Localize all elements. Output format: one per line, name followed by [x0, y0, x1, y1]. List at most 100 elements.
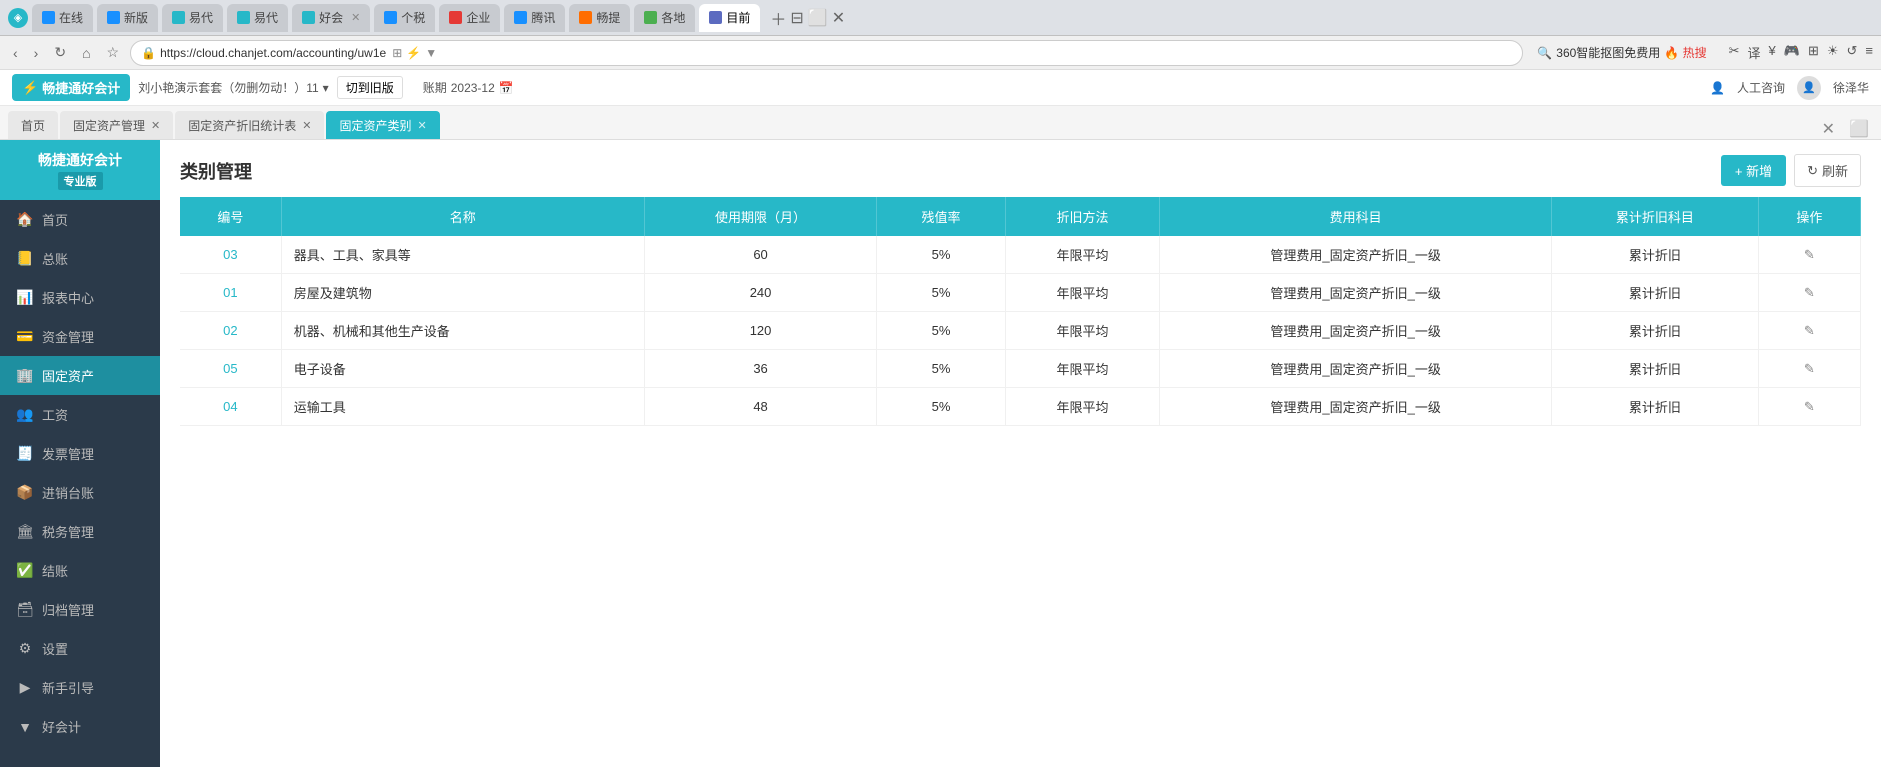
- tax-icon: 🏛: [16, 523, 34, 540]
- browser-tab-10[interactable]: 各地: [634, 4, 695, 32]
- browser-tab-6[interactable]: 个税: [374, 4, 435, 32]
- archive-icon: 🗃: [16, 601, 34, 618]
- browser-tools: ✂ 译 ¥ 🎮 ⊞ ☀ ↺ ≡: [1729, 43, 1873, 62]
- code-link-0[interactable]: 03: [223, 247, 237, 262]
- edit-button-1[interactable]: ✎: [1804, 285, 1815, 300]
- grid-tool[interactable]: ⊞: [1808, 43, 1819, 62]
- sidebar-item-archive[interactable]: 🗃 归档管理: [0, 590, 160, 629]
- sidebar-item-funds[interactable]: 💳 资金管理: [0, 317, 160, 356]
- cell-method-1: 年限平均: [1005, 274, 1159, 312]
- col-months: 使用期限（月）: [644, 197, 877, 236]
- browser-tab-3[interactable]: 易代: [162, 4, 223, 32]
- tab-win-close[interactable]: ✕: [1818, 119, 1839, 139]
- col-accumulated: 累计折旧科目: [1552, 197, 1759, 236]
- service-label[interactable]: 人工咨询: [1737, 79, 1785, 96]
- sidebar-item-reports[interactable]: 📊 报表中心: [0, 278, 160, 317]
- page-tab-home[interactable]: 首页: [8, 111, 58, 139]
- code-link-1[interactable]: 01: [223, 285, 237, 300]
- edit-button-2[interactable]: ✎: [1804, 323, 1815, 338]
- sidebar-item-tax[interactable]: 🏛 税务管理: [0, 512, 160, 551]
- col-action: 操作: [1758, 197, 1860, 236]
- table-row: 04 运输工具 48 5% 年限平均 管理费用_固定资产折旧_一级 累计折旧 ✎: [180, 388, 1861, 426]
- cell-method-2: 年限平均: [1005, 312, 1159, 350]
- cell-code-1: 01: [180, 274, 281, 312]
- edit-button-0[interactable]: ✎: [1804, 247, 1815, 262]
- hot-label: 🔥 热搜: [1664, 44, 1706, 61]
- new-tab-button[interactable]: ＋: [770, 6, 786, 30]
- sidebar-label-archive: 归档管理: [42, 600, 94, 619]
- cell-residual-2: 5%: [877, 312, 1005, 350]
- sidebar-item-settings[interactable]: ⚙ 设置: [0, 629, 160, 668]
- url-input[interactable]: 🔒 https://cloud.chanjet.com/accounting/u…: [130, 40, 1523, 66]
- sidebar-item-fixed-assets[interactable]: 🏢 固定资产: [0, 356, 160, 395]
- page-tab-depreciation[interactable]: 固定资产折旧统计表 ✕: [175, 111, 324, 139]
- sidebar-logo-sub: 专业版: [58, 172, 103, 190]
- browser-tab-5[interactable]: 好会 ✕: [292, 4, 370, 32]
- translate-tool[interactable]: 译: [1748, 43, 1761, 62]
- add-button[interactable]: + 新增: [1721, 155, 1786, 186]
- cell-accumulated-4: 累计折旧: [1552, 388, 1759, 426]
- scissors-tool[interactable]: ✂: [1729, 43, 1740, 62]
- sidebar-item-ledger[interactable]: 📒 总账: [0, 239, 160, 278]
- cell-action-1: ✎: [1758, 274, 1860, 312]
- browser-tab-1[interactable]: 在线: [32, 4, 93, 32]
- code-link-4[interactable]: 04: [223, 399, 237, 414]
- refresh-data-button[interactable]: ↻ 刷新: [1794, 154, 1861, 187]
- sidebar-item-home[interactable]: 🏠 首页: [0, 200, 160, 239]
- close-window-button[interactable]: ✕: [832, 8, 845, 28]
- tab-win-maximize[interactable]: ⬜: [1845, 119, 1873, 139]
- browser-tab-4[interactable]: 易代: [227, 4, 288, 32]
- tab-list-button[interactable]: ⊟: [790, 8, 803, 28]
- edit-button-4[interactable]: ✎: [1804, 399, 1815, 414]
- tab-close-5[interactable]: ✕: [351, 11, 360, 24]
- page-tab-asset-mgmt[interactable]: 固定资产管理 ✕: [60, 111, 173, 139]
- tab-favicon-11: [709, 11, 722, 24]
- switch-version-button[interactable]: 切到旧版: [337, 76, 403, 99]
- cell-method-4: 年限平均: [1005, 388, 1159, 426]
- sidebar-label-fixed-assets: 固定资产: [42, 366, 94, 385]
- edit-button-3[interactable]: ✎: [1804, 361, 1815, 376]
- browser-tab-11[interactable]: 目前: [699, 4, 760, 32]
- sidebar-item-payroll[interactable]: 👥 工资: [0, 395, 160, 434]
- code-link-3[interactable]: 05: [223, 361, 237, 376]
- dropdown-arrow[interactable]: ▾: [323, 81, 329, 95]
- settings-icon: ⚙: [16, 640, 34, 657]
- browser-tabs-bar: ◈ 在线 新版 易代 易代 好会 ✕ 个税 企业 腾讯 畅提 各地: [0, 0, 1881, 36]
- page-tab-category[interactable]: 固定资产类别 ✕: [326, 111, 439, 139]
- sidebar-item-guide[interactable]: ▶ 新手引导: [0, 668, 160, 707]
- browser-tab-8[interactable]: 腾讯: [504, 4, 565, 32]
- browser-tab-7[interactable]: 企业: [439, 4, 500, 32]
- wallet-tool[interactable]: ¥: [1769, 43, 1776, 62]
- back-button[interactable]: ‹: [8, 43, 23, 63]
- sidebar-item-invoice[interactable]: 🧾 发票管理: [0, 434, 160, 473]
- browser-tab-9[interactable]: 畅提: [569, 4, 630, 32]
- page-tab-depreciation-close[interactable]: ✕: [302, 119, 311, 132]
- page-tab-asset-mgmt-close[interactable]: ✕: [151, 119, 160, 132]
- settlement-icon: ✅: [16, 562, 34, 579]
- user-label: 刘小艳演示套套（勿删勿动！）11: [138, 79, 318, 96]
- sidebar-item-more[interactable]: ▼ 好会计: [0, 707, 160, 746]
- menu-tool[interactable]: ≡: [1865, 43, 1873, 62]
- tab-favicon-9: [579, 11, 592, 24]
- main-content: 类别管理 + 新增 ↻ 刷新 编号 名称 使用期限（月） 残值率 折旧方法 费用…: [160, 140, 1881, 767]
- brightness-tool[interactable]: ☀: [1827, 43, 1839, 62]
- user-info: 刘小艳演示套套（勿删勿动！）11 ▾: [138, 79, 329, 96]
- game-tool[interactable]: 🎮: [1784, 43, 1800, 62]
- sidebar-item-settlement[interactable]: ✅ 结账: [0, 551, 160, 590]
- home-button[interactable]: ⌂: [77, 43, 95, 63]
- restore-window-button[interactable]: ⬜: [808, 8, 828, 28]
- sidebar-item-purchase-sales[interactable]: 📦 进销台账: [0, 473, 160, 512]
- browser-tab-2[interactable]: 新版: [97, 4, 158, 32]
- cell-expense-0: 管理费用_固定资产折旧_一级: [1160, 236, 1552, 274]
- undo-tool[interactable]: ↺: [1847, 43, 1858, 62]
- tab-label-9: 畅提: [596, 9, 620, 26]
- content-header: 类别管理 + 新增 ↻ 刷新: [160, 140, 1881, 197]
- code-link-2[interactable]: 02: [223, 323, 237, 338]
- star-button[interactable]: ☆: [102, 42, 125, 63]
- page-tab-category-close[interactable]: ✕: [418, 119, 427, 132]
- calendar-icon[interactable]: 📅: [499, 81, 514, 95]
- refresh-button[interactable]: ↻: [49, 42, 71, 63]
- forward-button[interactable]: ›: [29, 43, 44, 63]
- cell-expense-4: 管理费用_固定资产折旧_一级: [1160, 388, 1552, 426]
- cell-expense-2: 管理费用_固定资产折旧_一级: [1160, 312, 1552, 350]
